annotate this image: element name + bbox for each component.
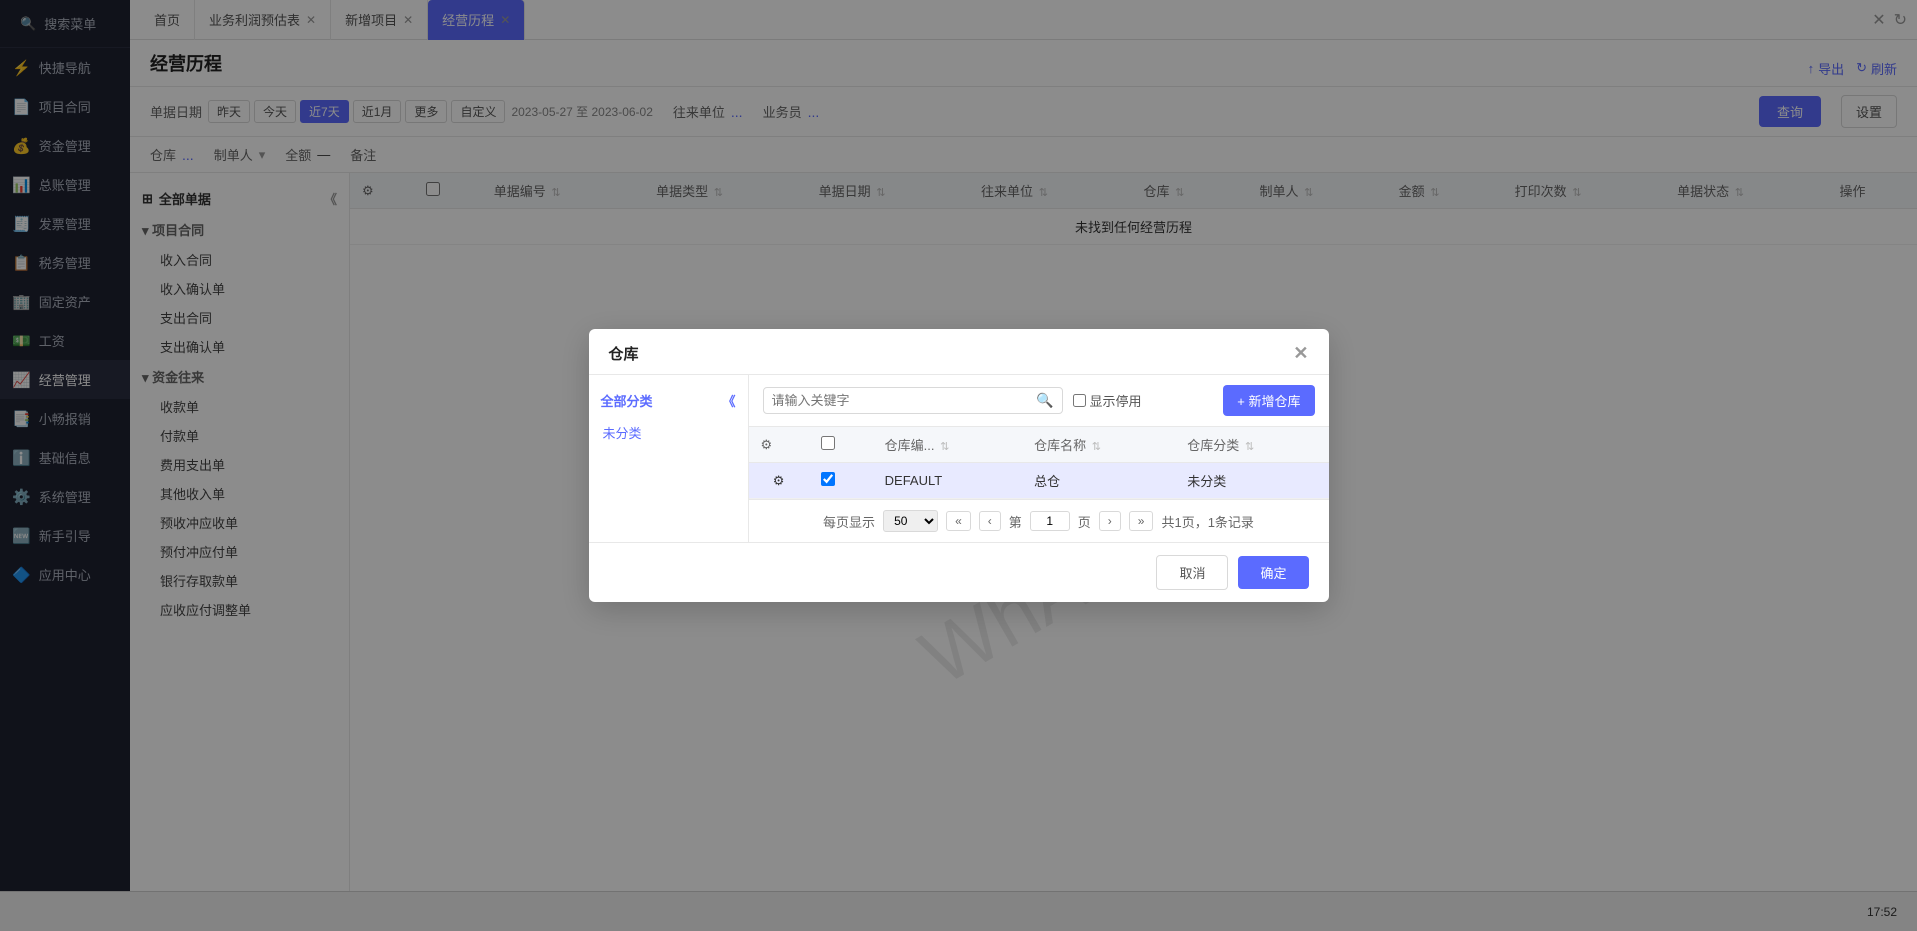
row-category: 未分类: [1175, 463, 1328, 499]
modal-next-page[interactable]: ›: [1099, 511, 1121, 531]
modal-table-area: ⚙ 仓库编... ⇅ 仓库名称 ⇅: [749, 427, 1329, 499]
all-category-label: 全部分类: [601, 391, 653, 410]
row-checkbox[interactable]: [809, 463, 873, 499]
modal-tree-header[interactable]: 全部分类 《: [589, 385, 748, 416]
row-name: 总仓: [1022, 463, 1175, 499]
modal-header: 仓库 ✕: [589, 329, 1329, 375]
modal-search-icon: 🔍: [1036, 392, 1053, 409]
th-category: 仓库分类 ⇅: [1175, 427, 1328, 463]
confirm-button[interactable]: 确定: [1238, 556, 1308, 589]
modal-page-input[interactable]: [1030, 511, 1070, 531]
row-code: DEFAULT: [873, 463, 1023, 499]
modal-first-page[interactable]: «: [946, 511, 971, 531]
add-warehouse-button[interactable]: + 新增仓库: [1223, 385, 1314, 416]
modal-search-input[interactable]: [772, 393, 1037, 408]
modal-body: 全部分类 《 未分类 🔍 显示停用: [589, 375, 1329, 542]
th-check-modal: [809, 427, 873, 463]
modal-actions: 取消 确定: [589, 542, 1329, 602]
cancel-button[interactable]: 取消: [1156, 555, 1228, 590]
modal-page-prefix: 第: [1009, 512, 1022, 531]
table-row[interactable]: ⚙ DEFAULT 总仓 未分类: [749, 463, 1329, 499]
modal-tree-item-uncategorized[interactable]: 未分类: [589, 416, 748, 449]
modal-prev-page[interactable]: ‹: [979, 511, 1001, 531]
modal-search-box[interactable]: 🔍: [763, 387, 1063, 414]
modal-tree: 全部分类 《 未分类: [589, 375, 749, 542]
modal-close-button[interactable]: ✕: [1293, 343, 1308, 364]
modal-last-page[interactable]: »: [1129, 511, 1154, 531]
show-disabled-label: 显示停用: [1090, 391, 1142, 410]
modal-per-page-select[interactable]: 50 100: [883, 510, 938, 532]
modal-collapse-icon[interactable]: 《: [722, 391, 735, 410]
show-disabled-checkbox[interactable]: [1073, 394, 1086, 407]
th-gear-modal: ⚙: [749, 427, 809, 463]
modal-pagination: 每页显示 50 100 « ‹ 第 页 › » 共1页，1条记录: [749, 499, 1329, 542]
modal-page-suffix: 页: [1078, 512, 1091, 531]
modal-title: 仓库: [609, 343, 639, 364]
modal-per-page-label: 每页显示: [823, 512, 875, 531]
warehouse-table: ⚙ 仓库编... ⇅ 仓库名称 ⇅: [749, 427, 1329, 499]
row-gear: ⚙: [749, 463, 809, 499]
tree-item-label: 未分类: [603, 426, 642, 441]
modal-right: 🔍 显示停用 + 新增仓库 ⚙: [749, 375, 1329, 542]
modal-toolbar: 🔍 显示停用 + 新增仓库: [749, 375, 1329, 427]
warehouse-modal: 仓库 ✕ 全部分类 《 未分类 🔍: [589, 329, 1329, 602]
modal-overlay: 仓库 ✕ 全部分类 《 未分类 🔍: [0, 0, 1917, 931]
th-code: 仓库编... ⇅: [873, 427, 1023, 463]
th-name: 仓库名称 ⇅: [1022, 427, 1175, 463]
modal-total-info: 共1页，1条记录: [1161, 512, 1253, 531]
show-disabled-toggle[interactable]: 显示停用: [1073, 391, 1142, 410]
